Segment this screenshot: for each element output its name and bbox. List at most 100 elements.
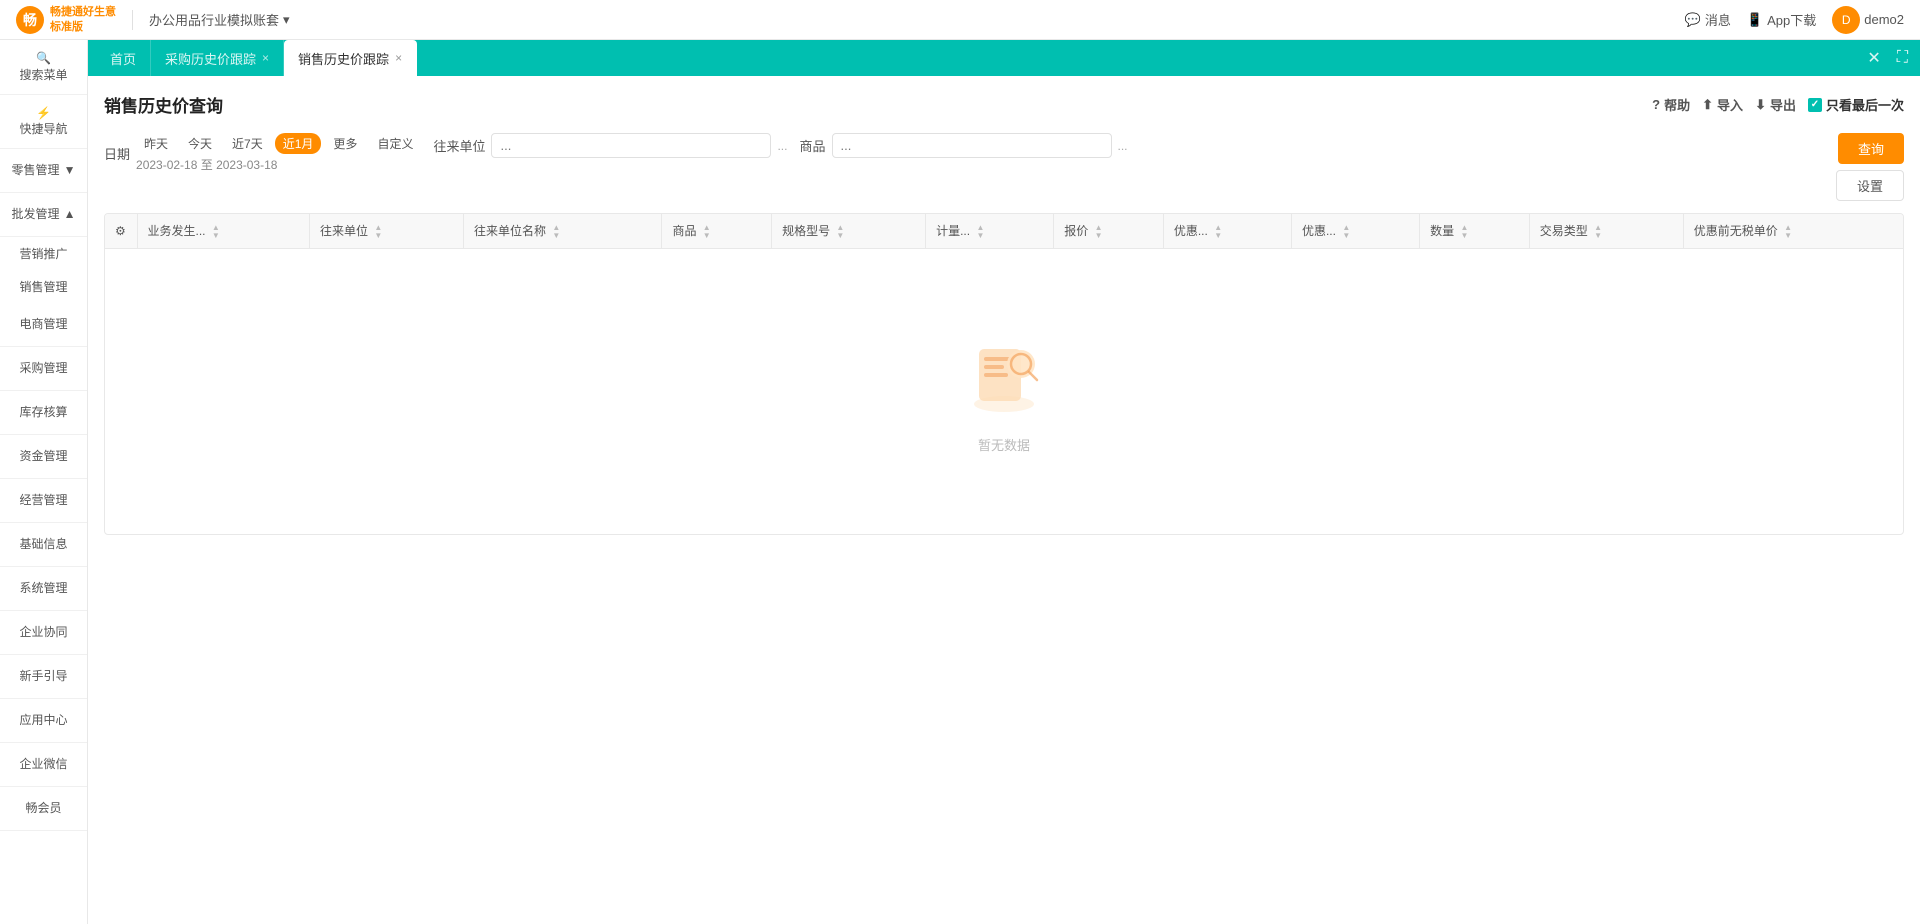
only-last-checkbox[interactable]: ✓ 只看最后一次 [1808,95,1904,114]
sidebar-item-ecommerce-mgmt[interactable]: 电商管理 [0,303,87,347]
date-option-custom[interactable]: 自定义 [369,133,421,154]
col-pre-tax-price[interactable]: 优惠前无税单价 ▲▼ [1683,214,1903,248]
sidebar-label-marketing: 营销推广 [19,245,67,262]
col-discount1[interactable]: 优惠... ▲▼ [1163,214,1291,248]
export-button[interactable]: ⬇ 导出 [1755,95,1796,114]
partner-ellipsis: ... [777,139,787,153]
chevron-down-icon: ▼ [64,162,76,179]
sidebar-item-search-menu[interactable]: 🔍 搜索菜单 [0,40,87,95]
tab-purchase-history[interactable]: 采购历史价跟踪 × [151,40,284,76]
tab-purchase-history-close[interactable]: × [262,52,269,64]
header-left: 畅 畅捷通好生意 标准版 办公用品行业模拟账套 ▾ [16,5,290,34]
tab-sales-history-close[interactable]: × [395,52,402,64]
message-button[interactable]: 💬 消息 [1685,10,1731,29]
sidebar-item-finance-mgmt[interactable]: 资金管理 [0,435,87,479]
partner-filter: 往来单位 ... [433,133,787,158]
sidebar-label-new-guide: 新手引导 [19,668,67,685]
page-container: 销售历史价查询 ? 帮助 ⬆ 导入 ⬇ 导出 [88,76,1920,551]
empty-state: 暂无数据 [105,249,1903,534]
col-product[interactable]: 商品 ▲▼ [662,214,772,248]
sidebar-label-enterprise-coop: 企业协同 [19,624,67,641]
col-quote[interactable]: 报价 ▲▼ [1054,214,1164,248]
chevron-down-icon: ▾ [283,12,290,28]
product-input[interactable] [832,133,1112,158]
date-option-more[interactable]: 更多 [325,133,365,154]
partner-filter-label: 往来单位 [433,136,485,155]
sidebar-item-basic-info[interactable]: 基础信息 [0,523,87,567]
col-quantity[interactable]: 数量 ▲▼ [1420,214,1530,248]
filter-right: 查询 设置 [1836,133,1904,201]
sidebar-label-finance-mgmt: 资金管理 [19,448,67,465]
message-icon: 💬 [1685,12,1701,28]
sidebar-item-wholesale-mgmt[interactable]: 批发管理 ▲ [0,193,87,237]
import-label: 导入 [1717,95,1743,114]
import-button[interactable]: ⬆ 导入 [1702,95,1743,114]
header-divider [132,10,133,30]
tab-sales-history-label: 销售历史价跟踪 [298,49,389,68]
tab-sales-history[interactable]: 销售历史价跟踪 × [284,40,417,76]
col-discount2[interactable]: 优惠... ▲▼ [1291,214,1419,248]
partner-input[interactable] [491,133,771,158]
app-selector[interactable]: 办公用品行业模拟账套 ▾ [149,10,290,29]
product-filter-label: 商品 [799,136,825,155]
date-option-yesterday[interactable]: 昨天 [136,133,176,154]
col-trade-type[interactable]: 交易类型 ▲▼ [1529,214,1683,248]
sidebar: 🔍 搜索菜单 ⚡ 快捷导航 零售管理 ▼ 批发管理 ▲ 营销推广 销售管理 电商… [0,40,88,924]
user-avatar: D [1832,6,1860,34]
col-settings[interactable]: ⚙ [105,214,137,248]
sidebar-item-enterprise-coop[interactable]: 企业协同 [0,611,87,655]
col-partner-name[interactable]: 往来单位名称 ▲▼ [464,214,662,248]
maximize-button[interactable]: ⛶ [1893,49,1912,67]
sidebar-label-wholesale-mgmt: 批发管理 [12,206,60,223]
export-icon: ⬇ [1755,97,1766,113]
product-ellipsis: ... [1118,139,1128,153]
sidebar-item-inventory[interactable]: 库存核算 [0,391,87,435]
query-button[interactable]: 查询 [1838,133,1904,164]
search-row: 日期 昨天 今天 近7天 近1月 更多 自定义 202 [104,133,1904,201]
only-last-label: 只看最后一次 [1826,95,1904,114]
user-menu[interactable]: D demo2 [1832,6,1904,34]
date-filter-block: 昨天 今天 近7天 近1月 更多 自定义 2023-02-18 至 2023-0… [136,133,421,173]
date-option-last1month[interactable]: 近1月 [275,133,322,154]
username-label: demo2 [1864,12,1904,27]
sidebar-item-marketing[interactable]: 营销推广 [0,237,87,270]
table-container: ⚙ 业务发生... ▲▼ 往来单位 ▲▼ 往来单位名称 ▲▼ [104,213,1904,535]
sidebar-label-inventory: 库存核算 [19,404,67,421]
sidebar-label-ecommerce-mgmt: 电商管理 [19,316,67,333]
header-right: 💬 消息 📱 App下载 D demo2 [1685,6,1904,34]
tab-home[interactable]: 首页 [96,40,151,76]
sidebar-item-app-center[interactable]: 应用中心 [0,699,87,743]
help-label: 帮助 [1664,95,1690,114]
page-title-actions: ? 帮助 ⬆ 导入 ⬇ 导出 ✓ 只看最后一次 [1652,95,1904,114]
sidebar-item-operation-mgmt[interactable]: 经营管理 [0,479,87,523]
col-partner-code[interactable]: 往来单位 ▲▼ [310,214,464,248]
content-area: 销售历史价查询 ? 帮助 ⬆ 导入 ⬇ 导出 [88,76,1920,924]
data-table: ⚙ 业务发生... ▲▼ 往来单位 ▲▼ 往来单位名称 ▲▼ [105,214,1903,249]
sidebar-item-retail-mgmt[interactable]: 零售管理 ▼ [0,149,87,193]
col-unit[interactable]: 计量... ▲▼ [926,214,1054,248]
date-option-today[interactable]: 今天 [180,133,220,154]
sidebar-label-operation-mgmt: 经营管理 [19,492,67,509]
settings-button[interactable]: 设置 [1836,170,1904,201]
sidebar-item-sales-mgmt[interactable]: 销售管理 [0,270,87,303]
sidebar-item-enterprise-wechat[interactable]: 企业微信 [0,743,87,787]
close-window-button[interactable]: ✕ [1863,48,1884,68]
table-header: ⚙ 业务发生... ▲▼ 往来单位 ▲▼ 往来单位名称 ▲▼ [105,214,1903,248]
col-biz-date[interactable]: 业务发生... ▲▼ [137,214,310,248]
app-download-button[interactable]: 📱 App下载 [1747,10,1816,29]
col-spec[interactable]: 规格型号 ▲▼ [772,214,926,248]
tab-home-label: 首页 [110,49,136,68]
app-selector-label: 办公用品行业模拟账套 [149,10,279,29]
date-option-last7days[interactable]: 近7天 [224,133,271,154]
date-range-text: 2023-02-18 至 2023-03-18 [136,156,421,173]
help-icon: ? [1652,97,1660,112]
help-button[interactable]: ? 帮助 [1652,95,1690,114]
sidebar-item-new-guide[interactable]: 新手引导 [0,655,87,699]
sidebar-item-membership[interactable]: 畅会员 [0,787,87,831]
date-filter-label: 日期 [104,144,130,163]
tab-bar: 首页 采购历史价跟踪 × 销售历史价跟踪 × ✕ ⛶ [88,40,1920,76]
sidebar-item-quick-nav[interactable]: ⚡ 快捷导航 [0,95,87,150]
sidebar-item-purchase-mgmt[interactable]: 采购管理 [0,347,87,391]
table-header-row: ⚙ 业务发生... ▲▼ 往来单位 ▲▼ 往来单位名称 ▲▼ [105,214,1903,248]
sidebar-item-system-mgmt[interactable]: 系统管理 [0,567,87,611]
